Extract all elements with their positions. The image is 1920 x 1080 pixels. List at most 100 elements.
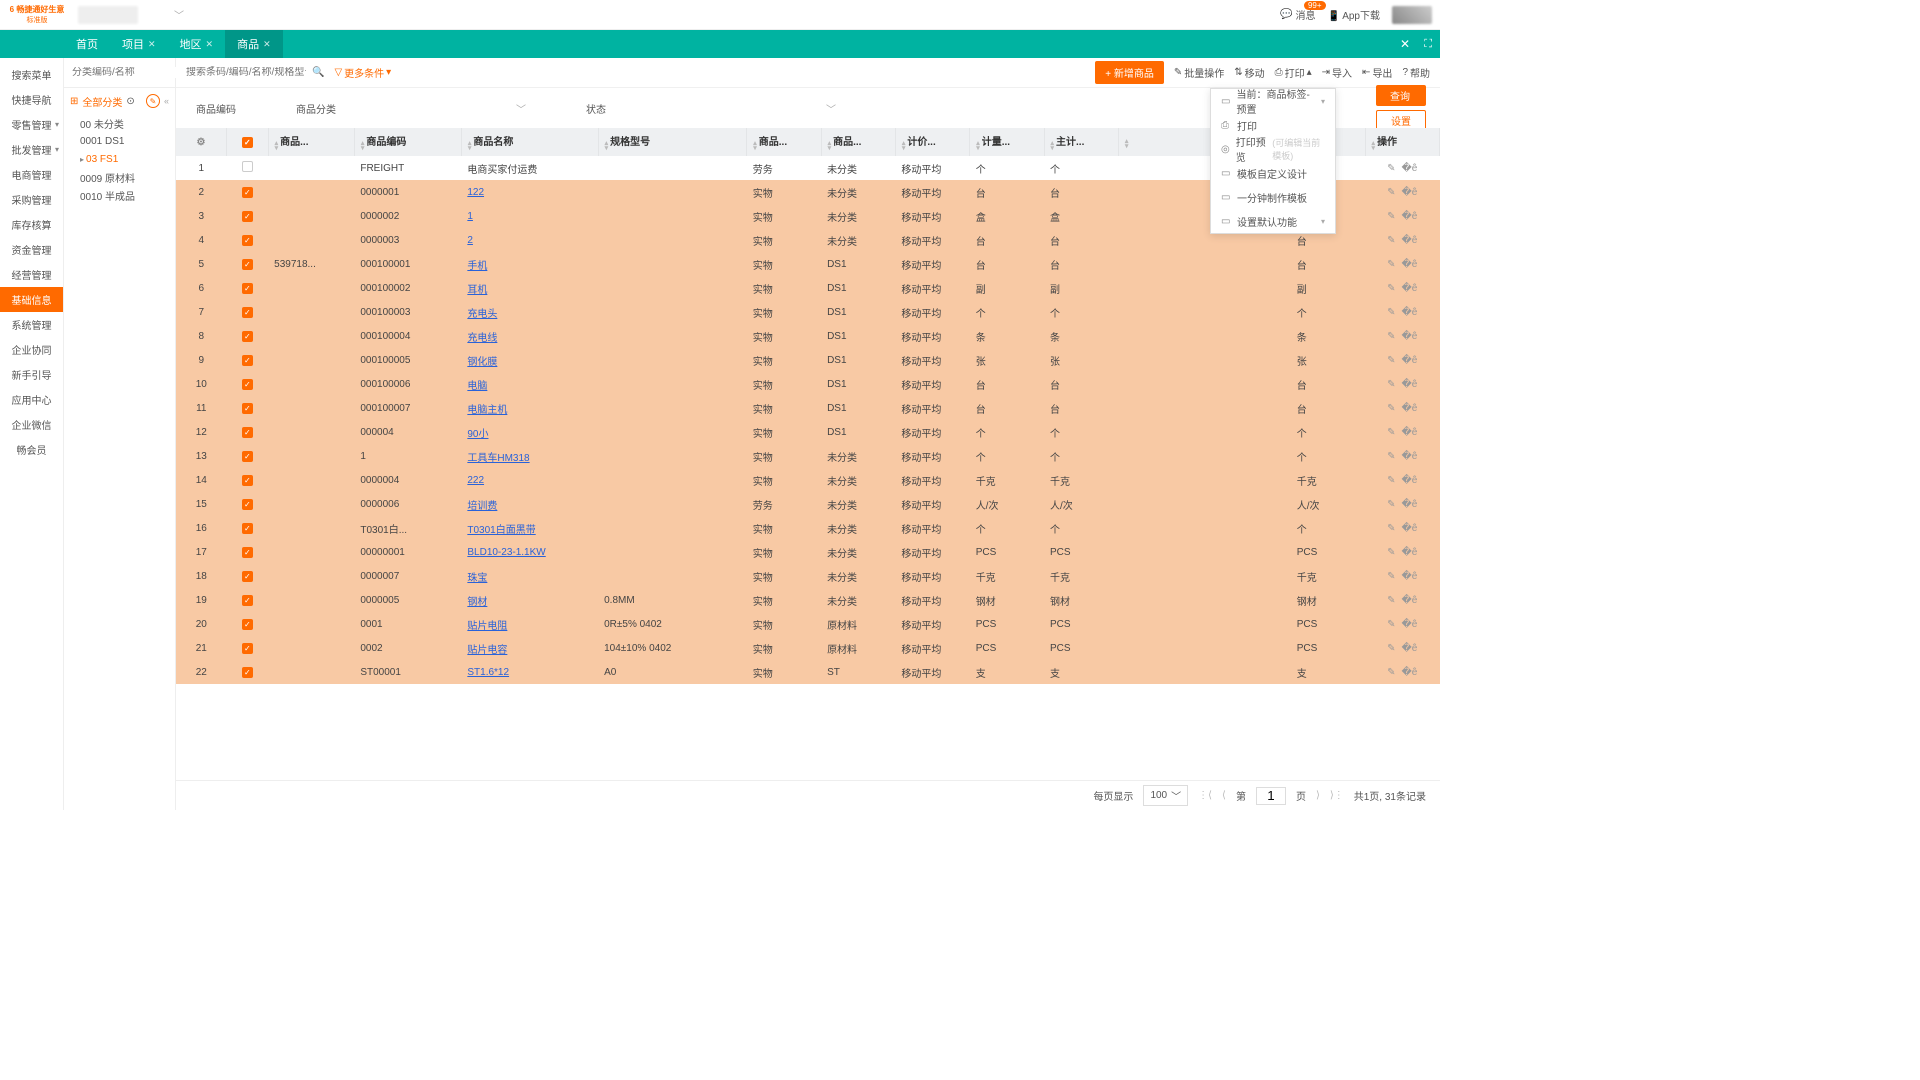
tab-首页[interactable]: 首页 xyxy=(64,30,110,58)
sidebar-item-系统管理[interactable]: 系统管理 xyxy=(0,312,63,337)
row-checkbox[interactable]: ✓ xyxy=(242,427,253,438)
cell-name[interactable]: 1 xyxy=(461,204,598,228)
edit-icon[interactable]: ✎ xyxy=(1387,571,1395,582)
row-checkbox[interactable]: ✓ xyxy=(242,499,253,510)
more-icon[interactable]: �ê xyxy=(1402,307,1418,318)
row-checkbox[interactable]: ✓ xyxy=(242,595,253,606)
table-row[interactable]: 13✓1工具车HM318实物未分类移动平均个个个✎�ê xyxy=(176,444,1440,468)
messages-link[interactable]: 💬 消息 99+ xyxy=(1280,7,1315,22)
edit-icon[interactable]: ✎ xyxy=(1387,619,1395,630)
edit-icon[interactable]: ✎ xyxy=(1387,499,1395,510)
sidebar-item-应用中心[interactable]: 应用中心 xyxy=(0,387,63,412)
edit-icon[interactable]: ✎ xyxy=(1387,523,1395,534)
edit-icon[interactable]: ✎ xyxy=(1387,331,1395,342)
print-menu-item[interactable]: ▭一分钟制作模板 xyxy=(1211,185,1335,209)
row-checkbox[interactable]: ✓ xyxy=(242,571,253,582)
more-icon[interactable]: �ê xyxy=(1402,571,1418,582)
more-icon[interactable]: �ê xyxy=(1402,331,1418,342)
edit-icon[interactable]: ✎ xyxy=(1387,379,1395,390)
row-checkbox[interactable]: ✓ xyxy=(242,283,253,294)
edit-icon[interactable]: ✎ xyxy=(1387,259,1395,270)
edit-icon[interactable]: ✎ xyxy=(1387,451,1395,462)
table-row[interactable]: 17✓00000001BLD10-23-1.1KW实物未分类移动平均PCSPCS… xyxy=(176,540,1440,564)
sidebar-item-企业协同[interactable]: 企业协同 xyxy=(0,337,63,362)
import-link[interactable]: ⇥导入 xyxy=(1322,65,1352,80)
category-item[interactable]: 00 未分类 xyxy=(64,114,175,132)
table-row[interactable]: 22✓ST00001ST1.6*12A0实物ST移动平均支支支✎�ê xyxy=(176,660,1440,684)
cell-name[interactable]: 电商买家付运费 xyxy=(461,156,598,180)
close-icon[interactable]: ✕ xyxy=(206,39,214,50)
edit-icon[interactable]: ✎ xyxy=(1387,667,1395,678)
column-header[interactable]: ▴▾操作 xyxy=(1365,128,1439,156)
edit-icon[interactable]: ✎ xyxy=(1387,211,1395,222)
row-checkbox[interactable]: ✓ xyxy=(242,619,253,630)
print-menu-item[interactable]: ◎打印预览(可编辑当前模板) xyxy=(1211,137,1335,161)
column-header[interactable]: ▴▾主计... xyxy=(1044,128,1118,156)
pager-last-icon[interactable]: ⟩⋮ xyxy=(1330,790,1344,801)
edit-icon[interactable]: ✎ xyxy=(1387,283,1395,294)
category-item[interactable]: 0009 原材料 xyxy=(64,168,175,186)
table-row[interactable]: 15✓0000006培训费劳务未分类移动平均人/次人/次人/次✎�ê xyxy=(176,492,1440,516)
cell-name[interactable]: 充电线 xyxy=(461,324,598,348)
cell-name[interactable]: 钢化膜 xyxy=(461,348,598,372)
row-checkbox[interactable]: ✓ xyxy=(242,211,253,222)
more-icon[interactable]: �ê xyxy=(1402,619,1418,630)
edit-icon[interactable]: ✎ xyxy=(1387,235,1395,246)
search-input[interactable] xyxy=(186,67,306,78)
row-checkbox[interactable]: ✓ xyxy=(242,475,253,486)
row-checkbox[interactable]: ✓ xyxy=(242,451,253,462)
cell-name[interactable]: T0301白面黑带 xyxy=(461,516,598,540)
cell-name[interactable]: 电脑主机 xyxy=(461,396,598,420)
column-header[interactable]: ▴▾商品编码 xyxy=(354,128,461,156)
table-row[interactable]: 11✓000100007电脑主机实物DS1移动平均台台台✎�ê xyxy=(176,396,1440,420)
row-checkbox[interactable]: ✓ xyxy=(242,643,253,654)
batch-ops-link[interactable]: ✎批量操作 xyxy=(1174,65,1224,80)
cell-name[interactable]: BLD10-23-1.1KW xyxy=(461,540,598,564)
table-row[interactable]: 16✓T0301白...T0301白面黑带实物未分类移动平均个个个✎�ê xyxy=(176,516,1440,540)
sidebar-item-经营管理[interactable]: 经营管理 xyxy=(0,262,63,287)
pager-prev-icon[interactable]: ⟨ xyxy=(1222,790,1226,801)
more-icon[interactable]: �ê xyxy=(1402,355,1418,366)
cell-name[interactable]: 工具车HM318 xyxy=(461,444,598,468)
sidebar-item-零售管理[interactable]: 零售管理 xyxy=(0,112,63,137)
table-row[interactable]: 9✓000100005钢化膜实物DS1移动平均张张张✎�ê xyxy=(176,348,1440,372)
more-icon[interactable]: �ê xyxy=(1402,643,1418,654)
more-icon[interactable]: �ê xyxy=(1402,667,1418,678)
close-tab-icon[interactable]: ✕ xyxy=(1400,37,1410,51)
cell-name[interactable]: 手机 xyxy=(461,252,598,276)
pager-page-input[interactable] xyxy=(1256,787,1286,805)
more-icon[interactable]: �ê xyxy=(1402,475,1418,486)
filter-status-select[interactable]: 状态﹀ xyxy=(586,101,836,116)
row-checkbox[interactable]: ✓ xyxy=(242,403,253,414)
category-all[interactable]: ⊞ 全部分类 ⊙ ✎ « xyxy=(64,88,175,114)
row-checkbox[interactable]: ✓ xyxy=(242,259,253,270)
more-icon[interactable]: �ê xyxy=(1402,499,1418,510)
row-checkbox[interactable]: ✓ xyxy=(242,547,253,558)
table-row[interactable]: 5✓539718...000100001手机实物DS1移动平均台台台✎�ê xyxy=(176,252,1440,276)
table-row[interactable]: 19✓0000005钢材0.8MM实物未分类移动平均钢材钢材钢材✎�ê xyxy=(176,588,1440,612)
more-icon[interactable]: �ê xyxy=(1402,451,1418,462)
table-row[interactable]: 21✓0002贴片电容104±10% 0402实物原材料移动平均PCSPCSPC… xyxy=(176,636,1440,660)
close-icon[interactable]: ✕ xyxy=(148,39,156,50)
cell-name[interactable]: 珠宝 xyxy=(461,564,598,588)
table-row[interactable]: 8✓000100004充电线实物DS1移动平均条条条✎�ê xyxy=(176,324,1440,348)
column-header[interactable]: ▴▾商品... xyxy=(747,128,821,156)
more-icon[interactable]: �ê xyxy=(1402,163,1418,174)
cell-name[interactable]: 90小 xyxy=(461,420,598,444)
close-icon[interactable]: ✕ xyxy=(263,39,271,50)
cell-name[interactable]: ST1.6*12 xyxy=(461,660,598,684)
edit-icon[interactable]: ✎ xyxy=(1387,307,1395,318)
query-button[interactable]: 查询 xyxy=(1376,85,1426,106)
table-row[interactable]: 20✓0001贴片电阻0R±5% 0402实物原材料移动平均PCSPCSPCS✎… xyxy=(176,612,1440,636)
cell-name[interactable]: 耳机 xyxy=(461,276,598,300)
more-icon[interactable]: �ê xyxy=(1402,283,1418,294)
column-header[interactable]: ▴▾商品... xyxy=(821,128,895,156)
cell-name[interactable]: 122 xyxy=(461,180,598,204)
table-row[interactable]: 14✓0000004222实物未分类移动平均千克千克千克✎�ê xyxy=(176,468,1440,492)
row-checkbox[interactable]: ✓ xyxy=(242,667,253,678)
sidebar-item-企业微信[interactable]: 企业微信 xyxy=(0,412,63,437)
print-menu-item[interactable]: ▭设置默认功能▾ xyxy=(1211,209,1335,233)
tab-地区[interactable]: 地区✕ xyxy=(168,30,226,58)
column-header[interactable]: ▴▾计量... xyxy=(970,128,1044,156)
filter-category-select[interactable]: 商品分类﹀ xyxy=(296,101,526,116)
